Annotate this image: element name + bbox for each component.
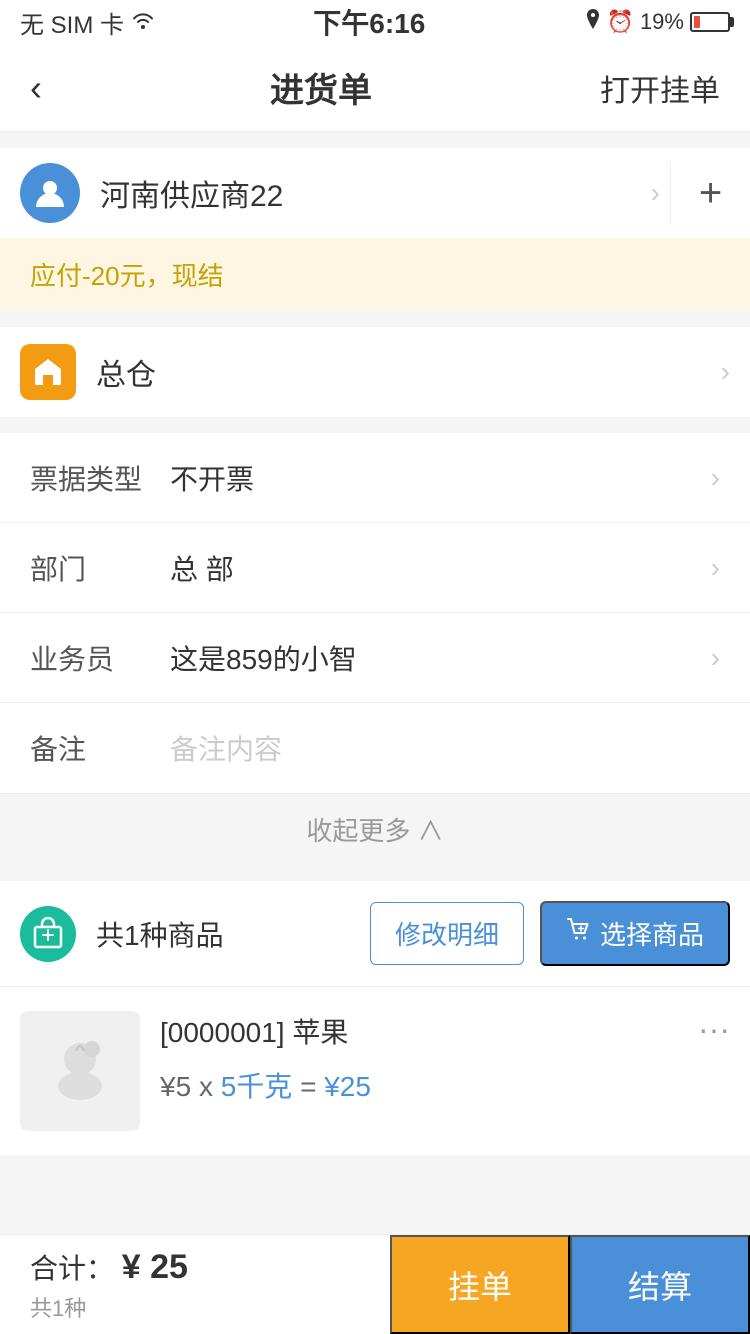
open-pending-button[interactable]: 打开挂单 <box>600 66 720 110</box>
modify-detail-button[interactable]: 修改明细 <box>370 902 524 965</box>
invoice-type-value: 不开票 <box>150 458 701 498</box>
product-info: [0000001] 苹果 ¥5 x 5千克 = ¥25 <box>160 1011 698 1105</box>
status-right: ⏰ 19% <box>585 9 730 35</box>
department-chevron-icon: › <box>711 552 720 584</box>
remark-input[interactable]: 备注内容 <box>150 728 720 768</box>
warehouse-section: 总仓 › <box>0 327 750 417</box>
supplier-row[interactable]: 河南供应商22 › + <box>20 148 730 238</box>
product-thumbnail <box>20 1011 140 1131</box>
supplier-chevron-icon: › <box>651 177 660 209</box>
warehouse-name: 总仓 <box>96 350 711 394</box>
department-row[interactable]: 部门 总 部 › <box>0 523 750 613</box>
back-button[interactable]: ‹ <box>30 67 42 109</box>
product-item: [0000001] 苹果 ¥5 x 5千克 = ¥25 ··· <box>0 987 750 1155</box>
department-value: 总 部 <box>150 548 701 588</box>
total-label: 合计： <box>30 1253 114 1284</box>
battery-icon <box>690 12 730 32</box>
nav-bar: ‹ 进货单 打开挂单 <box>0 44 750 132</box>
remark-label: 备注 <box>30 728 150 768</box>
invoice-type-label: 票据类型 <box>30 458 150 498</box>
add-supplier-button[interactable]: + <box>670 163 730 223</box>
salesperson-chevron-icon: › <box>711 642 720 674</box>
alarm-icon: ⏰ <box>607 9 634 35</box>
supplier-avatar <box>20 163 80 223</box>
product-name: [0000001] 苹果 <box>160 1011 698 1051</box>
supplier-section: 河南供应商22 › + <box>0 148 750 238</box>
battery-percent: 19% <box>640 9 684 35</box>
remark-row[interactable]: 备注 备注内容 <box>0 703 750 793</box>
checkout-button[interactable]: 结算 <box>570 1235 750 1334</box>
invoice-type-row[interactable]: 票据类型 不开票 › <box>0 433 750 523</box>
divider-1 <box>0 132 750 148</box>
page-title: 进货单 <box>270 63 372 112</box>
product-price: ¥5 x 5千克 = ¥25 <box>160 1065 698 1105</box>
total-count-label: 共1种 <box>30 1291 360 1323</box>
warehouse-row[interactable]: 总仓 › <box>20 327 730 417</box>
payment-notice: 应付-20元，现结 <box>0 238 750 311</box>
salesperson-label: 业务员 <box>30 638 150 678</box>
select-product-button[interactable]: 选择商品 <box>540 901 730 966</box>
cart-icon <box>566 917 592 950</box>
status-left: 无 SIM 卡 <box>20 5 154 40</box>
collapse-more-button[interactable]: 收起更多 ∧ <box>0 793 750 865</box>
total-row: 合计： ¥ 25 <box>30 1247 360 1287</box>
time-label: 下午6:16 <box>313 2 425 42</box>
warehouse-chevron-icon: › <box>721 356 730 388</box>
bottom-bar: 合计： ¥ 25 共1种 挂单 结算 <box>0 1234 750 1334</box>
invoice-type-chevron-icon: › <box>711 462 720 494</box>
warehouse-icon <box>20 344 76 400</box>
total-amount: ¥ 25 <box>122 1248 188 1286</box>
products-section: 共1种商品 修改明细 选择商品 <box>0 881 750 1155</box>
supplier-name: 河南供应商22 <box>100 171 641 215</box>
salesperson-value: 这是859的小智 <box>150 638 701 678</box>
select-product-label: 选择商品 <box>600 915 704 952</box>
total-section: 合计： ¥ 25 共1种 <box>0 1247 390 1323</box>
location-icon <box>585 9 601 35</box>
salesperson-row[interactable]: 业务员 这是859的小智 › <box>0 613 750 703</box>
form-section: 票据类型 不开票 › 部门 总 部 › 业务员 这是859的小智 › 备注 备注… <box>0 433 750 793</box>
status-bar: 无 SIM 卡 下午6:16 ⏰ 19% <box>0 0 750 44</box>
hang-order-button[interactable]: 挂单 <box>390 1235 570 1334</box>
products-count-label: 共1种商品 <box>96 914 370 954</box>
carrier-label: 无 SIM 卡 <box>20 5 124 40</box>
department-label: 部门 <box>30 548 150 588</box>
products-icon <box>20 906 76 962</box>
products-header: 共1种商品 修改明细 选择商品 <box>0 881 750 987</box>
wifi-icon <box>132 8 154 36</box>
product-more-button[interactable]: ··· <box>698 1011 730 1048</box>
